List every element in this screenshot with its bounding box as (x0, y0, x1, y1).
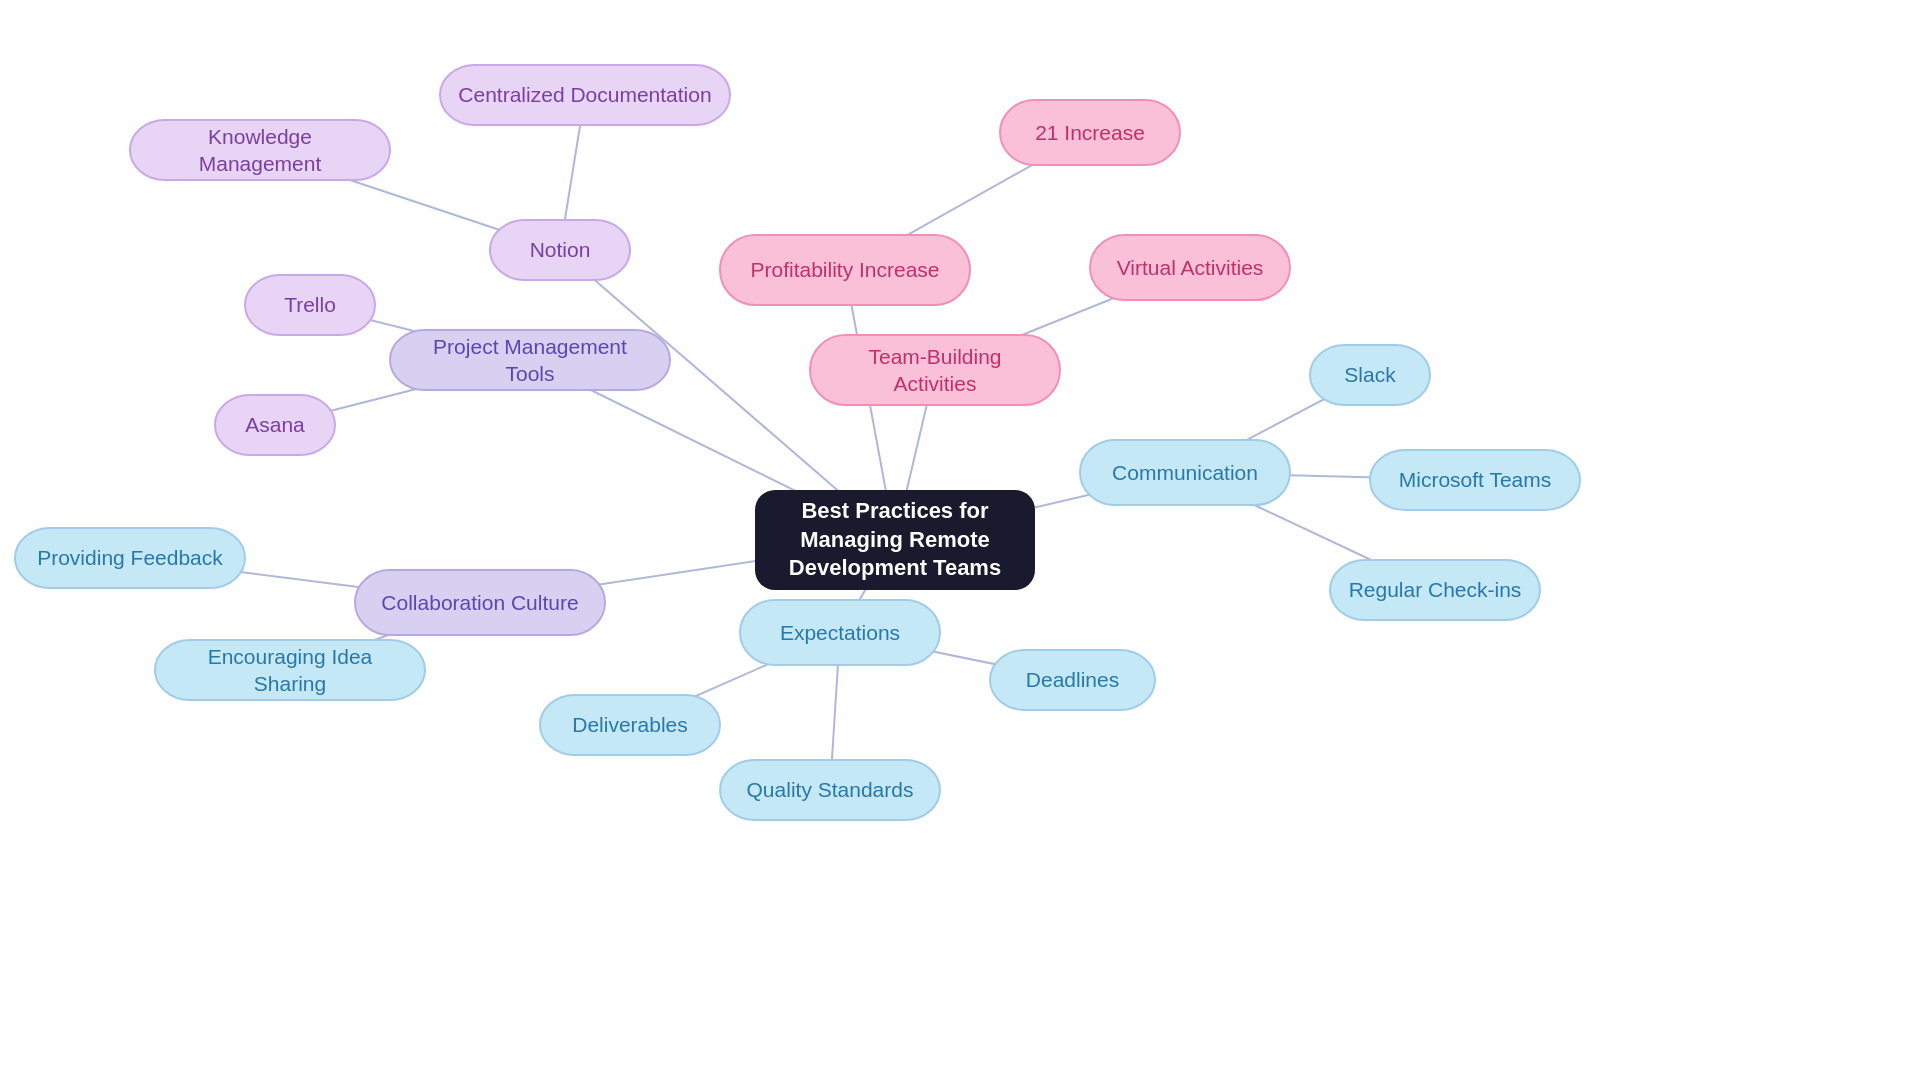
node-label-asana: Asana (215, 395, 335, 455)
node-label-notion: Notion (490, 220, 630, 280)
node-label-virtual-activities: Virtual Activities (1090, 235, 1290, 300)
node-label-deadlines: Deadlines (990, 650, 1155, 710)
node-label-encouraging-idea-sharing: Encouraging Idea Sharing (155, 640, 425, 700)
node-label-deliverables: Deliverables (540, 695, 720, 755)
node-label-providing-feedback: Providing Feedback (15, 528, 245, 588)
node-label-regular-checkins: Regular Check-ins (1330, 560, 1540, 620)
node-label-communication: Communication (1080, 440, 1290, 505)
node-label-profitability-increase: Profitability Increase (720, 235, 970, 305)
node-label-collaboration-culture: Collaboration Culture (355, 570, 605, 635)
node-label-microsoft-teams: Microsoft Teams (1370, 450, 1580, 510)
node-label-quality-standards: Quality Standards (720, 760, 940, 820)
node-label-21-increase: 21 Increase (1000, 100, 1180, 165)
node-label-trello: Trello (245, 275, 375, 335)
center-node-label: Best Practices for Managing Remote Devel… (755, 490, 1035, 590)
node-label-knowledge-management: Knowledge Management (130, 120, 390, 180)
node-label-centralized-documentation: Centralized Documentation (440, 65, 730, 125)
node-label-expectations: Expectations (740, 600, 940, 665)
node-label-project-management-tools: Project Management Tools (390, 330, 670, 390)
node-label-slack: Slack (1310, 345, 1430, 405)
node-label-team-building-activities: Team-Building Activities (810, 335, 1060, 405)
